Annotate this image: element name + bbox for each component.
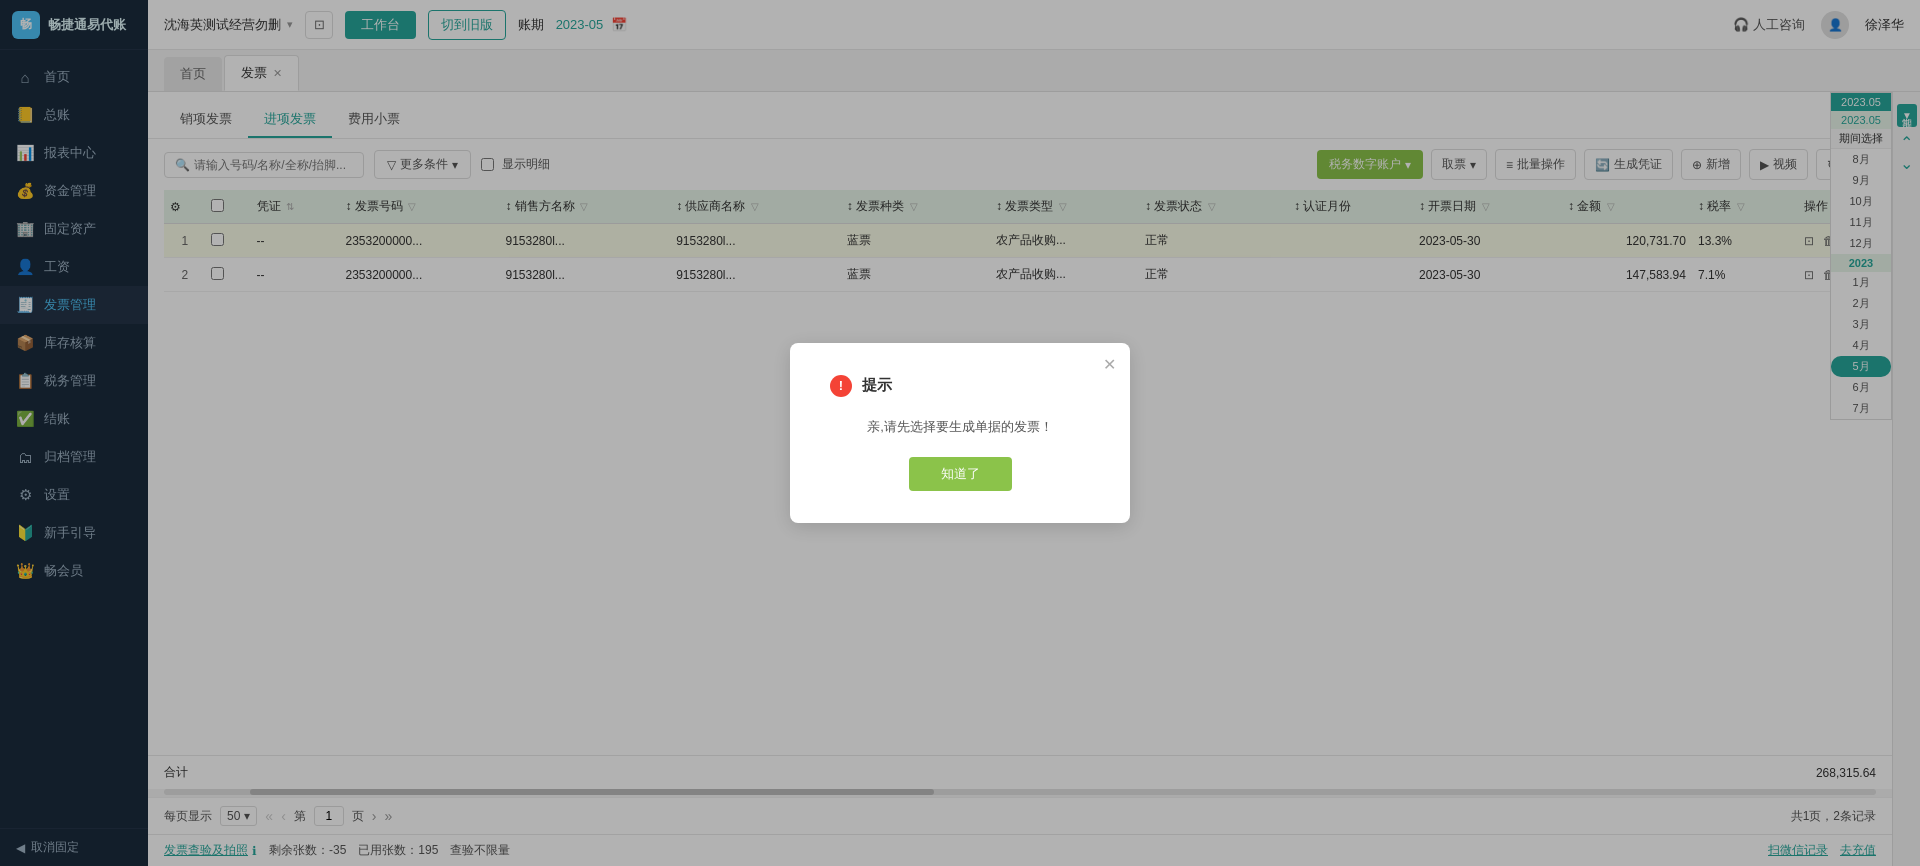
modal-close-btn[interactable]: ✕ xyxy=(1103,355,1116,374)
modal-title-row: ! 提示 xyxy=(830,375,1090,397)
modal-ok-btn[interactable]: 知道了 xyxy=(909,457,1012,491)
alert-modal: ✕ ! 提示 亲,请先选择要生成单据的发票！ 知道了 xyxy=(790,343,1130,524)
modal-title: 提示 xyxy=(862,376,892,395)
modal-message: 亲,请先选择要生成单据的发票！ xyxy=(867,417,1053,438)
modal-overlay: ✕ ! 提示 亲,请先选择要生成单据的发票！ 知道了 xyxy=(0,0,1920,866)
alert-icon: ! xyxy=(830,375,852,397)
